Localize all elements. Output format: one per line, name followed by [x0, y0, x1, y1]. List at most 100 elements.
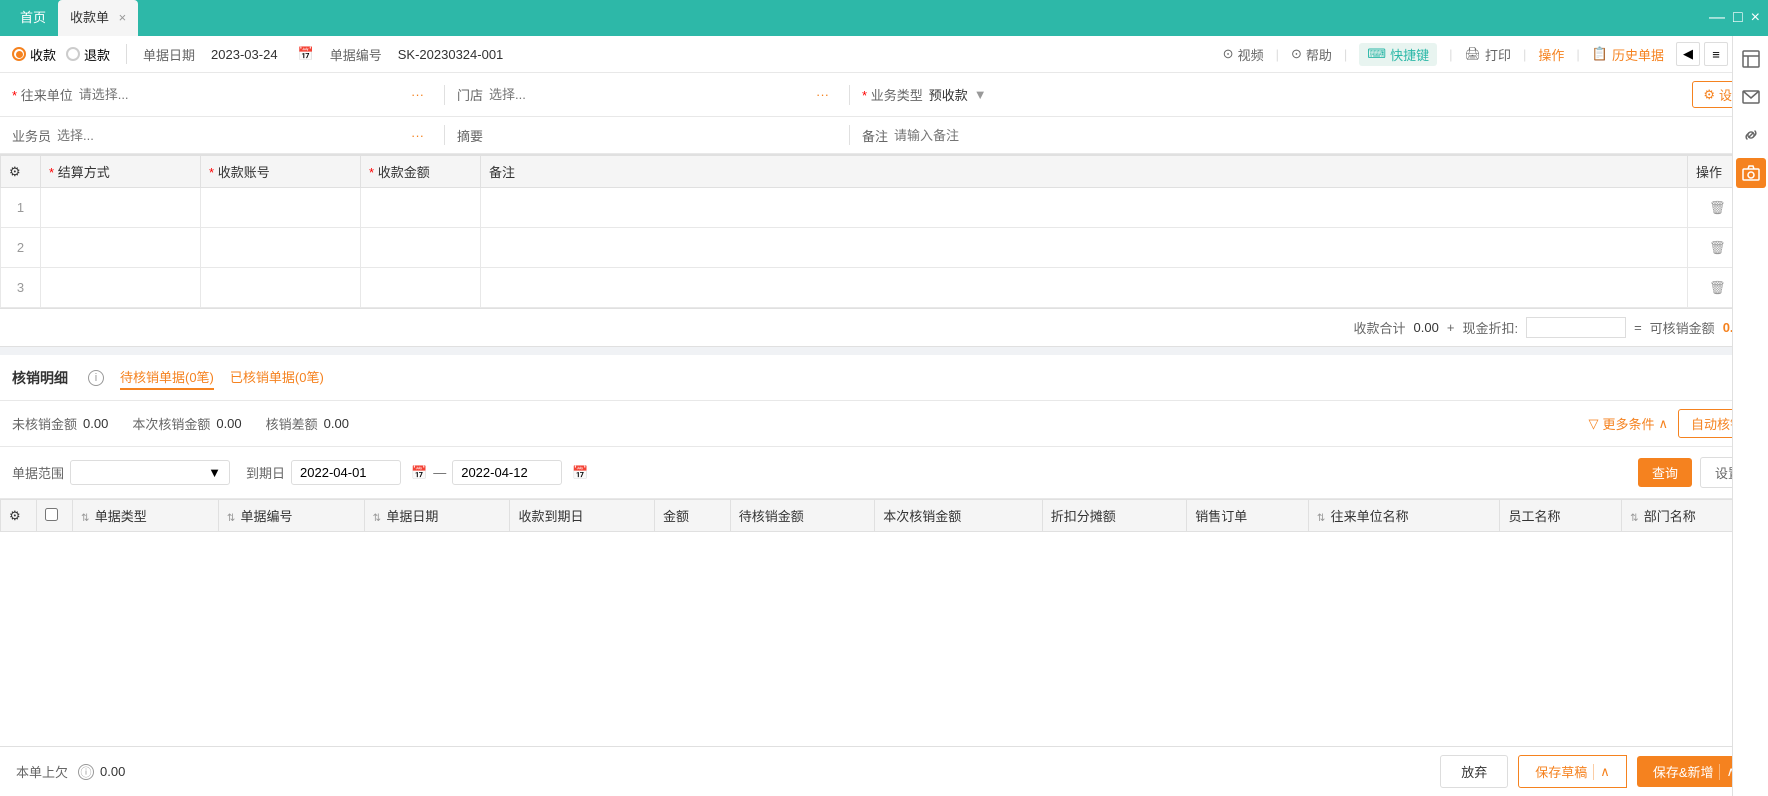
payment-method-cell-1[interactable] [41, 188, 201, 228]
field-sep-1 [444, 85, 445, 105]
date-field-value: 2023-03-24 [211, 47, 278, 62]
operation-btn[interactable]: 操作 [1538, 45, 1564, 64]
date-from-calendar-icon[interactable]: 📅 [411, 465, 427, 481]
staff-more-icon[interactable]: ··· [403, 128, 432, 143]
history-icon: 📋 [1592, 46, 1608, 62]
amount-cell-1[interactable] [361, 188, 481, 228]
date-field-label: 单据日期 [143, 45, 195, 64]
bottom-table-container: ⚙ ⇅ 单据类型 ⇅ 单据编号 [0, 499, 1768, 532]
account-col-header: * 收款账号 [201, 156, 361, 188]
store-field: 门店 ··· [457, 85, 837, 104]
diff-value: 0.00 [324, 416, 349, 431]
collection-total-label: 收款合计 [1354, 318, 1406, 337]
remarks-label: 备注 [862, 126, 888, 145]
payment-method-cell-3[interactable] [41, 268, 201, 308]
main-area: 收款 退款 单据日期 2023-03-24 📅 单据编号 SK-20230324… [0, 36, 1768, 796]
cash-discount-input[interactable] [1526, 317, 1626, 338]
sidebar-table-icon[interactable] [1736, 44, 1766, 74]
remarks-cell-3[interactable] [481, 268, 1688, 308]
account-cell-2[interactable] [201, 228, 361, 268]
footer-buttons: 放弃 保存草稿 ∧ 保存&新增 ∧ [1440, 755, 1752, 788]
date-from-input[interactable] [291, 460, 401, 485]
account-cell-1[interactable] [201, 188, 361, 228]
range-filter-select[interactable]: ▼ [70, 460, 230, 485]
range-filter-label: 单据范围 [12, 463, 64, 482]
store-input[interactable] [489, 87, 802, 102]
remarks-cell-1[interactable] [481, 188, 1688, 228]
pending-tab[interactable]: 待核销单据(0笔) [120, 365, 214, 390]
dropdown-icon: ▼ [974, 87, 987, 102]
abandon-btn[interactable]: 放弃 [1440, 755, 1508, 788]
close-window-icon[interactable]: × [1751, 9, 1760, 27]
date-filter-label: 到期日 [246, 463, 285, 482]
help-btn[interactable]: ⊙ 帮助 [1291, 45, 1332, 64]
filter-area: 单据范围 ▼ 到期日 📅 — 📅 查询 设置 [0, 447, 1768, 499]
staff-input[interactable] [57, 128, 397, 143]
unverified-amount-item: 未核销金额 0.00 [12, 414, 108, 433]
settings-col-header[interactable]: ⚙ [1, 156, 41, 188]
current-amount-col: 本次核销金额 [875, 500, 1042, 532]
print-btn[interactable]: 🖨 打印 [1464, 45, 1511, 64]
account-cell-3[interactable] [201, 268, 361, 308]
maximize-icon[interactable]: □ [1733, 9, 1743, 27]
remarks-cell-2[interactable] [481, 228, 1688, 268]
print-icon: 🖨 [1464, 46, 1481, 62]
bottom-table: ⚙ ⇅ 单据类型 ⇅ 单据编号 [0, 499, 1768, 532]
select-all-checkbox[interactable] [45, 508, 58, 521]
delete-row-2-icon[interactable]: 🗑 [1706, 240, 1729, 255]
amount-cell-2[interactable] [361, 228, 481, 268]
discount-col: 折扣分摊额 [1042, 500, 1187, 532]
remarks-input[interactable] [894, 128, 1756, 143]
checkbox-col[interactable] [37, 500, 73, 532]
partner-more-icon[interactable]: ··· [403, 87, 432, 102]
sidebar-link-icon[interactable] [1736, 120, 1766, 150]
refund-radio-dot [66, 47, 80, 61]
store-more-icon[interactable]: ··· [808, 87, 837, 102]
doc-number-value: SK-20230324-001 [398, 47, 504, 62]
amount-cell-3[interactable] [361, 268, 481, 308]
business-type-select[interactable]: 预收款 ▼ [929, 85, 987, 104]
save-draft-label: 保存草稿 [1535, 762, 1587, 781]
business-type-value: 预收款 [929, 85, 968, 104]
sidebar-camera-icon[interactable] [1736, 158, 1766, 188]
tab-receipt[interactable]: 收款单 × [58, 0, 138, 36]
query-btn[interactable]: 查询 [1638, 458, 1692, 487]
tab-home[interactable]: 首页 [8, 0, 58, 36]
save-draft-btn[interactable]: 保存草稿 ∧ [1518, 755, 1627, 788]
date-to-input[interactable] [452, 460, 562, 485]
bottom-settings-col[interactable]: ⚙ [1, 500, 37, 532]
summary-input[interactable] [489, 128, 837, 143]
payment-method-cell-2[interactable] [41, 228, 201, 268]
date-to-calendar-icon[interactable]: 📅 [572, 465, 588, 481]
refund-radio[interactable]: 退款 [66, 45, 110, 64]
field-sep-3 [444, 125, 445, 145]
sidebar-email-icon[interactable] [1736, 82, 1766, 112]
balance-info-icon[interactable]: ⓘ [78, 764, 94, 780]
home-tab-label: 首页 [20, 10, 46, 25]
completed-tab[interactable]: 已核销单据(0笔) [230, 365, 324, 390]
amount-col-header: * 收款金额 [361, 156, 481, 188]
partner-input[interactable] [79, 87, 397, 102]
staff-label: 业务员 [12, 126, 51, 145]
info-icon[interactable]: i [88, 370, 104, 386]
partner-name-col: ⇅ 往来单位名称 [1308, 500, 1500, 532]
shortcut-btn[interactable]: ⌨ 快捷键 [1359, 43, 1437, 66]
calendar-icon[interactable]: 📅 [298, 46, 314, 62]
receipt-radio[interactable]: 收款 [12, 45, 56, 64]
settings-gear-icon: ⚙ [9, 164, 21, 179]
window-controls: — □ × [1709, 9, 1760, 27]
footer-balance-info: 本单上欠 ⓘ 0.00 [16, 762, 125, 781]
close-tab-icon[interactable]: × [119, 10, 127, 25]
delete-row-1-icon[interactable]: 🗑 [1706, 200, 1729, 215]
history-btn[interactable]: 📋 历史单据 [1592, 45, 1664, 64]
list-view-icon[interactable]: ≡ [1704, 42, 1728, 66]
delete-row-3-icon[interactable]: 🗑 [1706, 280, 1729, 295]
sales-order-col: 销售订单 [1187, 500, 1309, 532]
date-filter-field: 到期日 📅 — 📅 [246, 460, 588, 485]
video-btn[interactable]: ⊙ 视频 [1223, 45, 1264, 64]
doc-area: 收款 退款 单据日期 2023-03-24 📅 单据编号 SK-20230324… [0, 36, 1768, 347]
prev-view-icon[interactable]: ◀ [1676, 42, 1700, 66]
equals-label: = [1634, 320, 1642, 335]
minimize-icon[interactable]: — [1709, 9, 1725, 27]
more-conditions-btn[interactable]: ▽ 更多条件 ∧ [1588, 414, 1668, 433]
